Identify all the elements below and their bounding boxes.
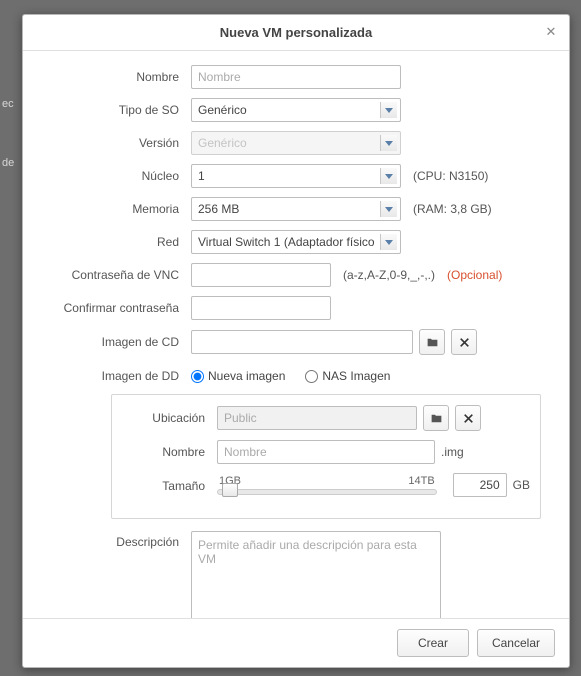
label-tamano: Tamaño [122,479,217,497]
label-ubicacion: Ubicación [122,411,217,425]
dialog-body: Nombre Tipo de SO Genérico Versión Genér… [23,51,569,618]
x-icon [458,336,471,349]
vnc-charset-hint: (a-z,A-Z,0-9,_,-,.) [343,268,435,282]
label-imagen-dd: Imagen de DD [41,369,191,383]
label-imagen-cd: Imagen de CD [41,335,191,349]
dialog-title: Nueva VM personalizada [220,25,372,40]
radio-nueva-imagen[interactable]: Nueva imagen [191,369,285,383]
cancelar-button[interactable]: Cancelar [477,629,555,657]
img-extension: .img [441,445,464,459]
vnc-password-input[interactable] [191,263,331,287]
folder-icon [430,412,443,425]
dd-nombre-input[interactable] [217,440,435,464]
imagen-cd-input[interactable] [191,330,413,354]
label-memoria: Memoria [41,202,191,216]
label-red: Red [41,235,191,249]
label-version: Versión [41,136,191,150]
label-tipo-so: Tipo de SO [41,103,191,117]
bg-text: ec [2,98,14,110]
ubicacion-input [217,406,417,430]
label-dd-nombre: Nombre [122,445,217,459]
memoria-select[interactable]: 256 MB [191,197,401,221]
tipo-so-select[interactable]: Genérico [191,98,401,122]
opcional-hint: (Opcional) [447,268,502,282]
x-icon [462,412,475,425]
new-vm-dialog: Nueva VM personalizada ✕ Nombre Tipo de … [22,14,570,668]
clear-ubicacion-button[interactable] [455,405,481,431]
cpu-hint: (CPU: N3150) [413,169,488,183]
label-descripcion: Descripción [41,531,191,549]
radio-nas-imagen[interactable]: NAS Imagen [305,369,390,383]
label-confirmar: Confirmar contraseña [41,301,191,315]
browse-ubicacion-button[interactable] [423,405,449,431]
dialog-footer: Crear Cancelar [23,618,569,667]
label-nombre: Nombre [41,70,191,84]
folder-icon [426,336,439,349]
nucleo-select[interactable]: 1 [191,164,401,188]
titlebar: Nueva VM personalizada ✕ [23,15,569,51]
slider-max: 14TB [408,475,434,487]
close-icon[interactable]: ✕ [543,24,559,40]
bg-text: de [2,157,14,169]
gb-unit: GB [513,478,530,492]
tamano-input[interactable] [453,473,507,497]
dd-panel: Ubicación Nombre .img [111,394,541,519]
browse-cd-button[interactable] [419,329,445,355]
ram-hint: (RAM: 3,8 GB) [413,202,492,216]
clear-cd-button[interactable] [451,329,477,355]
descripcion-textarea[interactable] [191,531,441,618]
red-select[interactable]: Virtual Switch 1 (Adaptador físico [191,230,401,254]
label-vnc-pass: Contraseña de VNC [41,268,191,282]
tamano-slider[interactable] [217,489,437,495]
version-select: Genérico [191,131,401,155]
nombre-input[interactable] [191,65,401,89]
crear-button[interactable]: Crear [397,629,469,657]
confirmar-password-input[interactable] [191,296,331,320]
label-nucleo: Núcleo [41,169,191,183]
